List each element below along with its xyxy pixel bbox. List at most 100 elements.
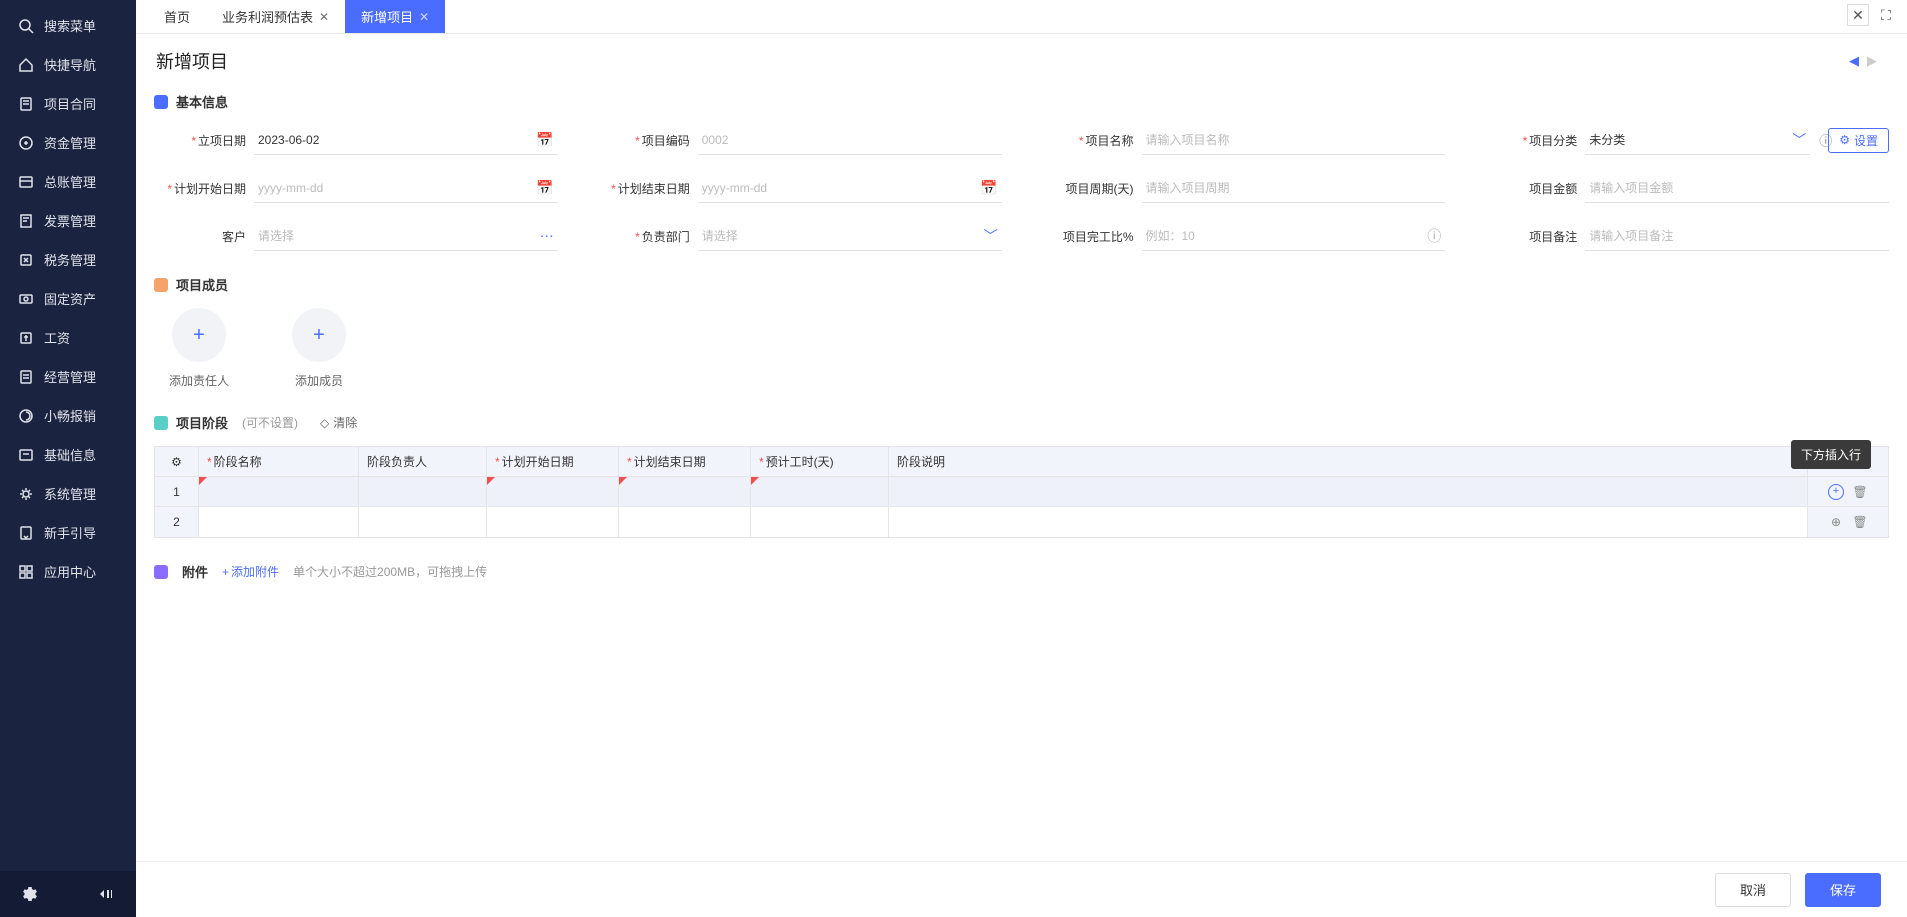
label: 客户 (154, 228, 246, 245)
section-icon (154, 278, 168, 292)
sidebar-item-fund[interactable]: 资金管理 (0, 123, 136, 162)
asset-icon (18, 291, 34, 307)
sidebar-item-salary[interactable]: 工资 (0, 318, 136, 357)
sidebar-item-search[interactable]: 搜索菜单 (0, 6, 136, 45)
close-icon[interactable]: ✕ (419, 10, 429, 24)
settings-button[interactable]: ⚙设置 (1828, 128, 1889, 153)
cancel-button[interactable]: 取消 (1715, 873, 1791, 907)
sidebar-item-ledger[interactable]: 总账管理 (0, 162, 136, 201)
sidebar-item-contract[interactable]: 项目合同 (0, 84, 136, 123)
settings-header-icon[interactable]: ⚙ (155, 447, 199, 476)
sidebar-item-guide[interactable]: 新手引导 (0, 513, 136, 552)
close-icon[interactable]: ✕ (319, 10, 329, 24)
delete-row-icon[interactable]: 🗑 (1852, 484, 1868, 500)
cell[interactable] (359, 477, 487, 506)
field-plan-end: *计划结束日期 📅 (598, 173, 1002, 203)
page-title: 新增项目 (156, 48, 228, 74)
section-header: 项目成员 (154, 275, 1889, 294)
sidebar-item-apps[interactable]: 应用中心 (0, 552, 136, 591)
cell[interactable] (199, 507, 359, 537)
sidebar-item-nav[interactable]: 快捷导航 (0, 45, 136, 84)
sidebar-item-info[interactable]: 基础信息 (0, 435, 136, 474)
sidebar-item-asset[interactable]: 固定资产 (0, 279, 136, 318)
table-row[interactable]: 1 + 🗑 (155, 477, 1888, 507)
cell[interactable] (751, 477, 889, 506)
section-title: 项目阶段 (176, 413, 228, 432)
add-attachment-button[interactable]: +添加附件 (222, 563, 279, 580)
add-owner-button[interactable]: + (172, 308, 226, 362)
tab-new-project[interactable]: 新增项目✕ (345, 0, 445, 33)
clear-button[interactable]: ◇清除 (320, 414, 357, 431)
plan-end-input[interactable] (698, 173, 1002, 203)
tab-home[interactable]: 首页 (148, 0, 206, 33)
progress-input[interactable] (1142, 221, 1446, 251)
section-hint: (可不设置) (242, 414, 298, 431)
label: 项目金额 (1485, 180, 1577, 197)
cell[interactable] (199, 477, 359, 506)
insert-row-icon[interactable]: + (1828, 484, 1844, 500)
section-header: 基本信息 (154, 92, 1889, 111)
prev-icon[interactable]: ◀ (1849, 53, 1859, 69)
cell[interactable] (751, 507, 889, 537)
search-icon (18, 18, 34, 34)
field-customer: 客户 ⋯ (154, 221, 558, 251)
sidebar-label: 工资 (44, 328, 70, 347)
salary-icon (18, 330, 34, 346)
collapse-icon[interactable] (98, 886, 114, 902)
insert-row-icon[interactable]: ⊕ (1828, 514, 1844, 530)
sidebar-item-reimburse[interactable]: 小畅报销 (0, 396, 136, 435)
cell[interactable] (889, 477, 1808, 506)
sidebar-item-invoice[interactable]: 发票管理 (0, 201, 136, 240)
gear-icon[interactable] (22, 886, 38, 902)
amount-input[interactable] (1585, 173, 1889, 203)
dept-select[interactable] (698, 221, 1002, 251)
delete-row-icon[interactable]: 🗑 (1852, 514, 1868, 530)
invoice-icon (18, 213, 34, 229)
sidebar-bottom (0, 871, 136, 917)
section-basic: 基本信息 *立项日期 📅 *项目编码 *项目名称 (154, 92, 1889, 251)
section-title: 附件 (182, 562, 208, 581)
proj-cat-select[interactable] (1585, 125, 1810, 155)
tabs: 首页 业务利润预估表✕ 新增项目✕ (136, 0, 1907, 34)
sidebar-item-biz[interactable]: 经营管理 (0, 357, 136, 396)
sidebar-item-tax[interactable]: 税务管理 (0, 240, 136, 279)
label: *立项日期 (154, 132, 246, 149)
section-icon (154, 416, 168, 430)
table-header: ⚙ *阶段名称 阶段负责人 *计划开始日期 *计划结束日期 *预计工时(天) 阶… (155, 447, 1888, 477)
add-owner-label: 添加责任人 (169, 372, 229, 389)
stage-table: ⚙ *阶段名称 阶段负责人 *计划开始日期 *计划结束日期 *预计工时(天) 阶… (154, 446, 1889, 538)
customer-select[interactable] (254, 221, 558, 251)
proj-code-input[interactable] (698, 125, 1002, 155)
info-icon (18, 447, 34, 463)
sidebar-item-system[interactable]: 系统管理 (0, 474, 136, 513)
next-icon[interactable]: ▶ (1867, 53, 1877, 69)
cell[interactable] (359, 507, 487, 537)
sidebar-label: 固定资产 (44, 289, 96, 308)
table-row[interactable]: 2 ⊕ 🗑 (155, 507, 1888, 537)
fullscreen-button[interactable]: ⛶ (1875, 4, 1897, 26)
sidebar-label: 总账管理 (44, 172, 96, 191)
close-window-button[interactable]: ✕ (1847, 4, 1869, 26)
section-icon (154, 95, 168, 109)
cell[interactable] (487, 507, 619, 537)
gear-icon: ⚙ (1839, 133, 1850, 147)
cell[interactable] (619, 507, 751, 537)
period-input[interactable] (1142, 173, 1446, 203)
help-icon[interactable]: ⓘ (1819, 131, 1832, 150)
section-title: 项目成员 (176, 275, 228, 294)
cell[interactable] (487, 477, 619, 506)
add-member-button[interactable]: + (292, 308, 346, 362)
home-icon (18, 57, 34, 73)
remark-input[interactable] (1585, 221, 1889, 251)
sidebar-label: 项目合同 (44, 94, 96, 113)
plan-start-input[interactable] (254, 173, 558, 203)
proj-name-input[interactable] (1142, 125, 1446, 155)
tab-profit[interactable]: 业务利润预估表✕ (206, 0, 345, 33)
sidebar-label: 发票管理 (44, 211, 96, 230)
label: *项目编码 (598, 132, 690, 149)
cell[interactable] (619, 477, 751, 506)
save-button[interactable]: 保存 (1805, 873, 1881, 907)
cell[interactable] (889, 507, 1808, 537)
label: *项目名称 (1042, 132, 1134, 149)
create-date-input[interactable] (254, 125, 558, 155)
